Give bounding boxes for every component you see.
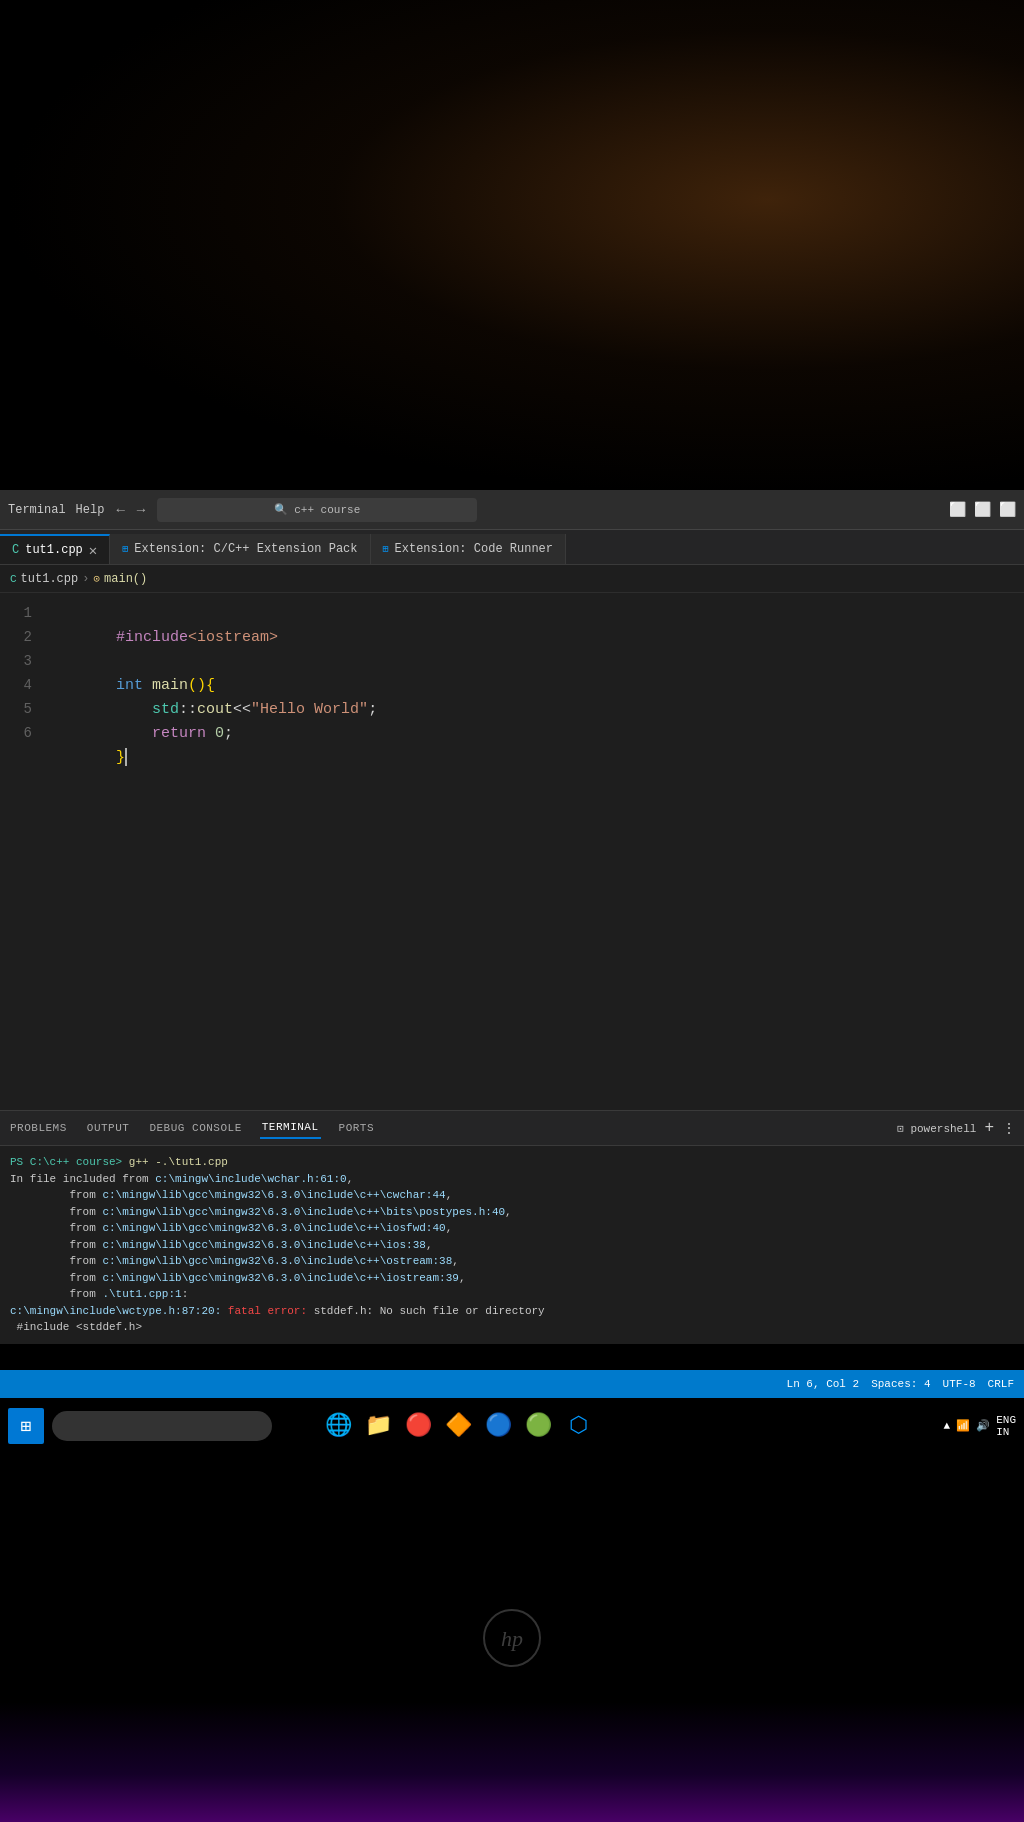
blue-app-icon: 🔵: [485, 1412, 512, 1439]
tab-problems[interactable]: PROBLEMS: [8, 1118, 69, 1138]
breadcrumb-symbol-icon: ⊙: [93, 572, 100, 585]
taskbar-folder[interactable]: 📁: [360, 1408, 396, 1444]
ambient-background: [0, 0, 1024, 500]
taskbar-systray: ▲ 📶 🔊 ENGIN: [944, 1414, 1016, 1438]
split-terminal-button[interactable]: ⋮: [1002, 1120, 1016, 1137]
code-line-4: 4 std::cout<<"Hello World";: [0, 673, 1024, 697]
terminal-line-error: c:\mingw\include\wctype.h:87:20: fatal e…: [10, 1303, 1014, 1320]
taskbar-green-app[interactable]: 🟢: [520, 1408, 556, 1444]
terminal-controls: ⊡ powershell + ⋮: [897, 1119, 1016, 1137]
status-ln-col: Ln 6, Col 2: [787, 1378, 860, 1390]
terminal-panel: PROBLEMS OUTPUT DEBUG CONSOLE TERMINAL P…: [0, 1110, 1024, 1344]
terminal-line-include: #include <stddef.h>: [10, 1319, 1014, 1336]
taskbar-browser[interactable]: 🌐: [320, 1408, 356, 1444]
taskbar-search[interactable]: [52, 1411, 272, 1441]
explorer-icon: 🗂: [287, 1412, 309, 1439]
menu-terminal[interactable]: Terminal: [8, 503, 66, 517]
systray-up-arrow[interactable]: ▲: [944, 1420, 951, 1432]
green-app-icon: 🟢: [525, 1412, 552, 1439]
cpp-file-icon: C: [12, 543, 19, 557]
tab-output[interactable]: OUTPUT: [85, 1118, 132, 1138]
taskbar-vscode[interactable]: ⬡: [560, 1408, 596, 1444]
titlebar-menu: Terminal Help: [8, 503, 104, 517]
terminal-line-5: from c:\mingw\lib\gcc\mingw32\6.3.0\incl…: [10, 1220, 1014, 1237]
terminal-line-3: from c:\mingw\lib\gcc\mingw32\6.3.0\incl…: [10, 1187, 1014, 1204]
ext-icon-2: ⊞: [383, 543, 389, 555]
tab-ext-runner[interactable]: ⊞ Extension: Code Runner: [371, 534, 566, 564]
folder-icon: 📁: [365, 1412, 392, 1439]
search-icon: 🔍: [274, 503, 288, 516]
keyboard-glow: [0, 1702, 1024, 1822]
hp-logo: hp: [482, 1608, 542, 1668]
yellow-app-icon: 🔶: [445, 1412, 472, 1439]
ext-icon-1: ⊞: [122, 543, 128, 555]
tab-ext-cpp[interactable]: ⊞ Extension: C/C++ Extension Pack: [110, 534, 370, 564]
terminal-line-4: from c:\mingw\lib\gcc\mingw32\6.3.0\incl…: [10, 1204, 1014, 1221]
status-spaces: Spaces: 4: [871, 1378, 930, 1390]
nav-back[interactable]: ←: [112, 500, 128, 520]
status-encoding: UTF-8: [943, 1378, 976, 1390]
windows-icon: ⊞: [21, 1415, 32, 1437]
terminal-line-9: from .\tut1.cpp:1:: [10, 1286, 1014, 1303]
breadcrumb-file-icon: C: [10, 573, 17, 585]
terminal-line-8: from c:\mingw\lib\gcc\mingw32\6.3.0\incl…: [10, 1270, 1014, 1287]
titlebar: Terminal Help ← → 🔍 c++ course ⬜ ⬜ ⬜: [0, 490, 1024, 530]
status-bar-right: Ln 6, Col 2 Spaces: 4 UTF-8 CRLF: [787, 1378, 1014, 1390]
titlebar-nav: ← →: [112, 500, 149, 520]
nav-forward[interactable]: →: [133, 500, 149, 520]
vscode-icon: ⬡: [569, 1412, 588, 1439]
maximize-icon[interactable]: ⬜: [974, 501, 991, 518]
powershell-label: ⊡ powershell: [897, 1122, 976, 1135]
systray-wifi[interactable]: 📶: [956, 1419, 970, 1432]
minimize-icon[interactable]: ⬜: [949, 501, 966, 518]
code-line-5: 5 return 0;: [0, 697, 1024, 721]
menu-help[interactable]: Help: [76, 503, 105, 517]
tab-debug-console[interactable]: DEBUG CONSOLE: [147, 1118, 243, 1138]
terminal-content[interactable]: PS C:\c++ course> g++ -.\tut1.cpp In fil…: [0, 1146, 1024, 1344]
add-terminal-button[interactable]: +: [984, 1119, 994, 1137]
tab-tut1cpp[interactable]: C tut1.cpp ✕: [0, 534, 110, 564]
taskbar-blue-app[interactable]: 🔵: [480, 1408, 516, 1444]
systray-volume[interactable]: 🔊: [976, 1419, 990, 1432]
titlebar-search[interactable]: 🔍 c++ course: [157, 498, 477, 522]
red-app-icon: 🔴: [405, 1412, 432, 1439]
status-bar: Ln 6, Col 2 Spaces: 4 UTF-8 CRLF: [0, 1370, 1024, 1398]
taskbar-explorer[interactable]: 🗂: [280, 1408, 316, 1444]
titlebar-window-controls: ⬜ ⬜ ⬜: [949, 501, 1016, 518]
close-icon[interactable]: ⬜: [999, 501, 1016, 518]
code-line-3: 3 int main(){: [0, 649, 1024, 673]
status-eol: CRLF: [988, 1378, 1014, 1390]
terminal-line-7: from c:\mingw\lib\gcc\mingw32\6.3.0\incl…: [10, 1253, 1014, 1270]
browser-icon: 🌐: [325, 1412, 352, 1439]
taskbar: ⊞ 🗂 🌐 📁 🔴 🔶 🔵 🟢 ⬡ ▲ 📶 🔊 ENGIN: [0, 1398, 1024, 1453]
terminal-line-6: from c:\mingw\lib\gcc\mingw32\6.3.0\incl…: [10, 1237, 1014, 1254]
terminal-line-1: PS C:\c++ course> g++ -.\tut1.cpp: [10, 1154, 1014, 1171]
tab-close-tut1cpp[interactable]: ✕: [89, 542, 97, 559]
editor-area[interactable]: 1 #include<iostream> 2 3 int main(){ 4 s…: [0, 593, 1024, 903]
systray-lang: ENGIN: [996, 1414, 1016, 1438]
svg-text:hp: hp: [501, 1626, 523, 1651]
breadcrumb: C tut1.cpp › ⊙ main(): [0, 565, 1024, 593]
start-button[interactable]: ⊞: [8, 1408, 44, 1444]
taskbar-yellow-app[interactable]: 🔶: [440, 1408, 476, 1444]
terminal-tabs-bar: PROBLEMS OUTPUT DEBUG CONSOLE TERMINAL P…: [0, 1111, 1024, 1146]
vscode-window: Terminal Help ← → 🔍 c++ course ⬜ ⬜ ⬜ C t…: [0, 490, 1024, 1110]
tab-terminal[interactable]: TERMINAL: [260, 1117, 321, 1139]
terminal-line-2: In file included from c:\mingw\include\w…: [10, 1171, 1014, 1188]
taskbar-red-app[interactable]: 🔴: [400, 1408, 436, 1444]
tab-ports[interactable]: PORTS: [337, 1118, 377, 1138]
code-line-1: 1 #include<iostream>: [0, 601, 1024, 625]
tabs-bar: C tut1.cpp ✕ ⊞ Extension: C/C++ Extensio…: [0, 530, 1024, 565]
